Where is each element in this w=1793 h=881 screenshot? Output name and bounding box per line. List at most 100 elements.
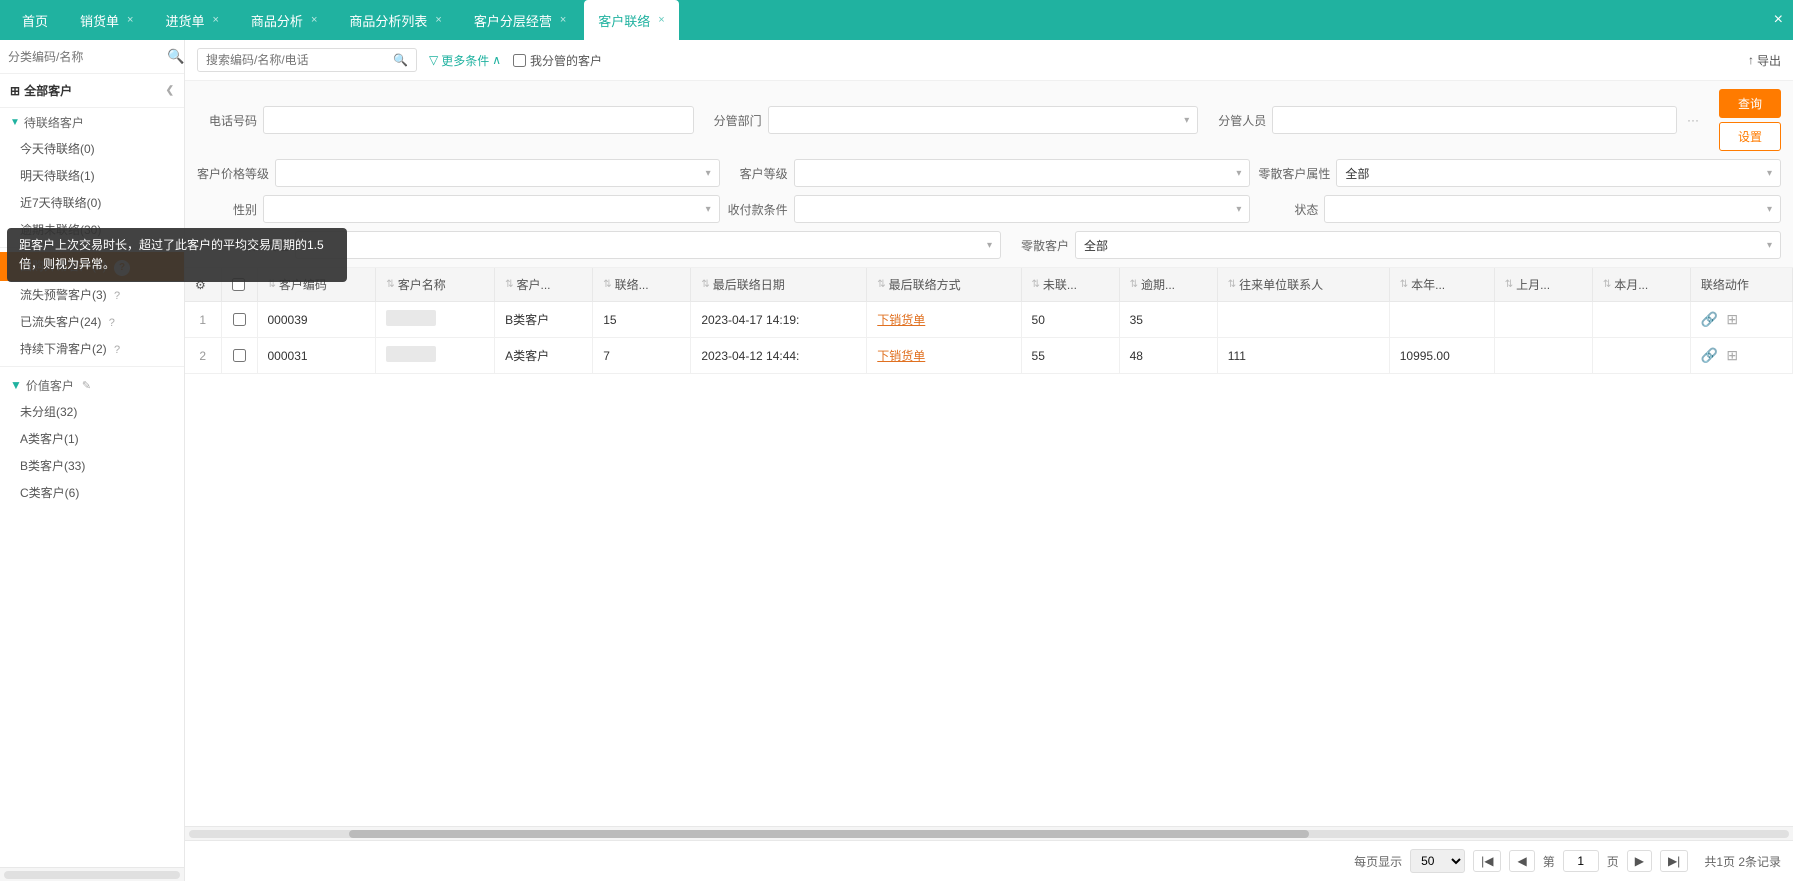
nav-tab-analysis-close[interactable]: × — [311, 14, 317, 26]
row-2-index: 2 — [185, 338, 221, 374]
nav-tab-sales[interactable]: 销货单 × — [66, 0, 147, 40]
price-grade-select[interactable]: ▾ — [275, 159, 720, 187]
row-1-link-icon[interactable]: 🔗 — [1701, 311, 1718, 328]
customer-grade-select[interactable]: ▾ — [794, 159, 1251, 187]
sidebar-item-b-class[interactable]: B类客户(33) — [0, 452, 184, 479]
nav-tab-home[interactable]: 首页 — [8, 0, 62, 40]
sidebar-search-icon[interactable]: 🔍 — [167, 48, 184, 65]
row-2-contact-count: 7 — [593, 338, 691, 374]
page-input[interactable] — [1563, 850, 1599, 872]
sidebar-item-lost[interactable]: 已流失客户(24) ? — [0, 308, 184, 335]
export-button[interactable]: ↑ 导出 — [1748, 52, 1781, 69]
filter-retail-attr-field: 零散客户属性 全部 ▾ — [1258, 159, 1781, 187]
nav-tab-analysis-list[interactable]: 商品分析列表 × — [335, 0, 455, 40]
retail-attr-select[interactable]: 全部 ▾ — [1336, 159, 1781, 187]
search-input[interactable] — [206, 53, 389, 67]
status-select[interactable]: ▾ — [1324, 195, 1781, 223]
row-1-index: 1 — [185, 302, 221, 338]
window-close-button[interactable]: × — [1774, 11, 1783, 29]
nav-tab-sales-close[interactable]: × — [127, 14, 133, 26]
sidebar-value-group[interactable]: ▼ 价值客户 ✎ — [0, 371, 184, 398]
scroll-thumb — [349, 830, 1309, 838]
sidebar-item-a-class[interactable]: A类客户(1) — [0, 425, 184, 452]
my-customers-checkbox[interactable] — [513, 54, 526, 67]
search-icon[interactable]: 🔍 — [393, 53, 408, 67]
sidebar-item-today[interactable]: 今天待联络(0) — [0, 135, 184, 162]
nav-tab-customer-contact-close[interactable]: × — [658, 14, 664, 26]
sidebar-item-declining[interactable]: 持续下滑客户(2) ? — [0, 335, 184, 362]
manager-input[interactable] — [1272, 106, 1677, 134]
value-group-edit-icon[interactable]: ✎ — [82, 379, 91, 392]
row-2-name[interactable] — [376, 338, 495, 374]
row-2-actions: 🔗 ⊞ — [1690, 338, 1792, 374]
settings-icon: ⚙ — [195, 278, 206, 292]
collapse-icon[interactable]: ❮ — [166, 85, 174, 96]
row-1-more-icon[interactable]: ⊞ — [1726, 311, 1738, 328]
nav-tab-customer-contact[interactable]: 客户联络 × — [584, 0, 678, 40]
row-1-last-contact-method[interactable]: 下销货单 — [867, 302, 1021, 338]
select-all-checkbox[interactable] — [232, 278, 245, 291]
nav-tab-analysis[interactable]: 商品分析 × — [237, 0, 331, 40]
advanced-filters: 电话号码 分管部门 ▾ 分管人员 ··· 查询 设置 — [185, 81, 1793, 268]
row-1-name[interactable] — [376, 302, 495, 338]
nav-tab-purchase[interactable]: 进货单 × — [151, 0, 232, 40]
manager-dots-btn[interactable]: ··· — [1683, 113, 1703, 127]
th-last-contact-method: ⇅ 最后联络方式 — [867, 268, 1021, 302]
per-page-select[interactable]: 50 100 200 — [1410, 849, 1465, 873]
settings-button[interactable]: 设置 — [1719, 122, 1781, 151]
nav-tab-customer-segments-close[interactable]: × — [560, 14, 566, 26]
nav-tab-analysis-list-close[interactable]: × — [435, 14, 441, 26]
nav-tab-customer-segments[interactable]: 客户分层经营 × — [460, 0, 580, 40]
next-page-btn[interactable]: ▶ — [1627, 850, 1652, 872]
horizontal-scrollbar[interactable] — [185, 826, 1793, 840]
first-page-btn[interactable]: |◀ — [1473, 850, 1501, 872]
row4-dots[interactable]: ··· — [197, 238, 217, 252]
sidebar-item-7days[interactable]: 近7天待联络(0) — [0, 189, 184, 216]
row-2-checkbox[interactable] — [233, 349, 246, 362]
sidebar-search-input[interactable] — [8, 50, 163, 64]
row-2-overdue: 48 — [1119, 338, 1217, 374]
th-settings[interactable]: ⚙ — [185, 268, 221, 302]
row-1-checkbox[interactable] — [233, 313, 246, 326]
payment-select[interactable]: ▾ — [794, 195, 1251, 223]
sidebar-item-c-class[interactable]: C类客户(6) — [0, 479, 184, 506]
sidebar-item-rebuy-anomaly[interactable]: 回购异常客户(2) ? — [0, 252, 184, 281]
total-info: 共1页 2条记录 — [1704, 853, 1781, 870]
sidebar-all-customers[interactable]: ⊞ 全部客户 ❮ — [0, 74, 184, 108]
filter-row-2: 客户价格等级 ▾ 客户等级 ▾ 零散客户属性 全部 — [197, 159, 1781, 187]
row-1-checkbox-cell[interactable] — [221, 302, 257, 338]
row-2-last-contact-method[interactable]: 下销货单 — [867, 338, 1021, 374]
row-2-checkbox-cell[interactable] — [221, 338, 257, 374]
sort-icon-year: ⇅ — [1400, 279, 1408, 290]
query-button[interactable]: 查询 — [1719, 89, 1781, 118]
gender-select[interactable]: ▾ — [263, 195, 720, 223]
sidebar-item-ungroup[interactable]: 未分组(32) — [0, 398, 184, 425]
status-chevron-icon: ▾ — [1767, 204, 1772, 215]
filter-price-grade-field: 客户价格等级 ▾ — [197, 159, 720, 187]
arrow-down-icon-2: ▼ — [10, 378, 22, 392]
row-2-this-year: 10995.00 — [1389, 338, 1494, 374]
row-2-more-icon[interactable]: ⊞ — [1726, 347, 1738, 364]
th-last-month: ⇅ 上月... — [1494, 268, 1592, 302]
sidebar-item-lost-pre[interactable]: 流失预警客户(3) ? — [0, 281, 184, 308]
th-checkbox[interactable] — [221, 268, 257, 302]
dept-select[interactable]: ▾ — [768, 106, 1199, 134]
type-select[interactable]: ▾ — [295, 231, 1001, 259]
phone-input[interactable] — [263, 106, 694, 134]
prev-page-btn[interactable]: ◀ — [1509, 850, 1534, 872]
sidebar-item-tomorrow[interactable]: 明天待联络(1) — [0, 162, 184, 189]
row-2-link-icon[interactable]: 🔗 — [1701, 347, 1718, 364]
last-page-btn[interactable]: ▶| — [1660, 850, 1688, 872]
row-2-last-contact-date: 2023-04-12 14:44: — [691, 338, 867, 374]
customer-table: ⚙ ⇅ 客户编码 ⇅ — [185, 268, 1793, 374]
nav-tab-purchase-close[interactable]: × — [212, 14, 218, 26]
action-buttons: 查询 设置 — [1719, 89, 1781, 151]
more-conditions-btn[interactable]: ▽ 更多条件 ∧ — [429, 52, 501, 69]
sidebar-pending-group[interactable]: ▼ 待联络客户 — [0, 108, 184, 135]
payment-chevron-icon: ▾ — [1236, 204, 1241, 215]
sort-icon-type: ⇅ — [505, 279, 513, 290]
retail-customer-select[interactable]: 全部 ▾ — [1075, 231, 1781, 259]
sidebar-item-overdue[interactable]: 逾期未联络(30) — [0, 216, 184, 243]
row-1-overdue: 35 — [1119, 302, 1217, 338]
lost-pre-help-icon: ? — [114, 290, 120, 302]
